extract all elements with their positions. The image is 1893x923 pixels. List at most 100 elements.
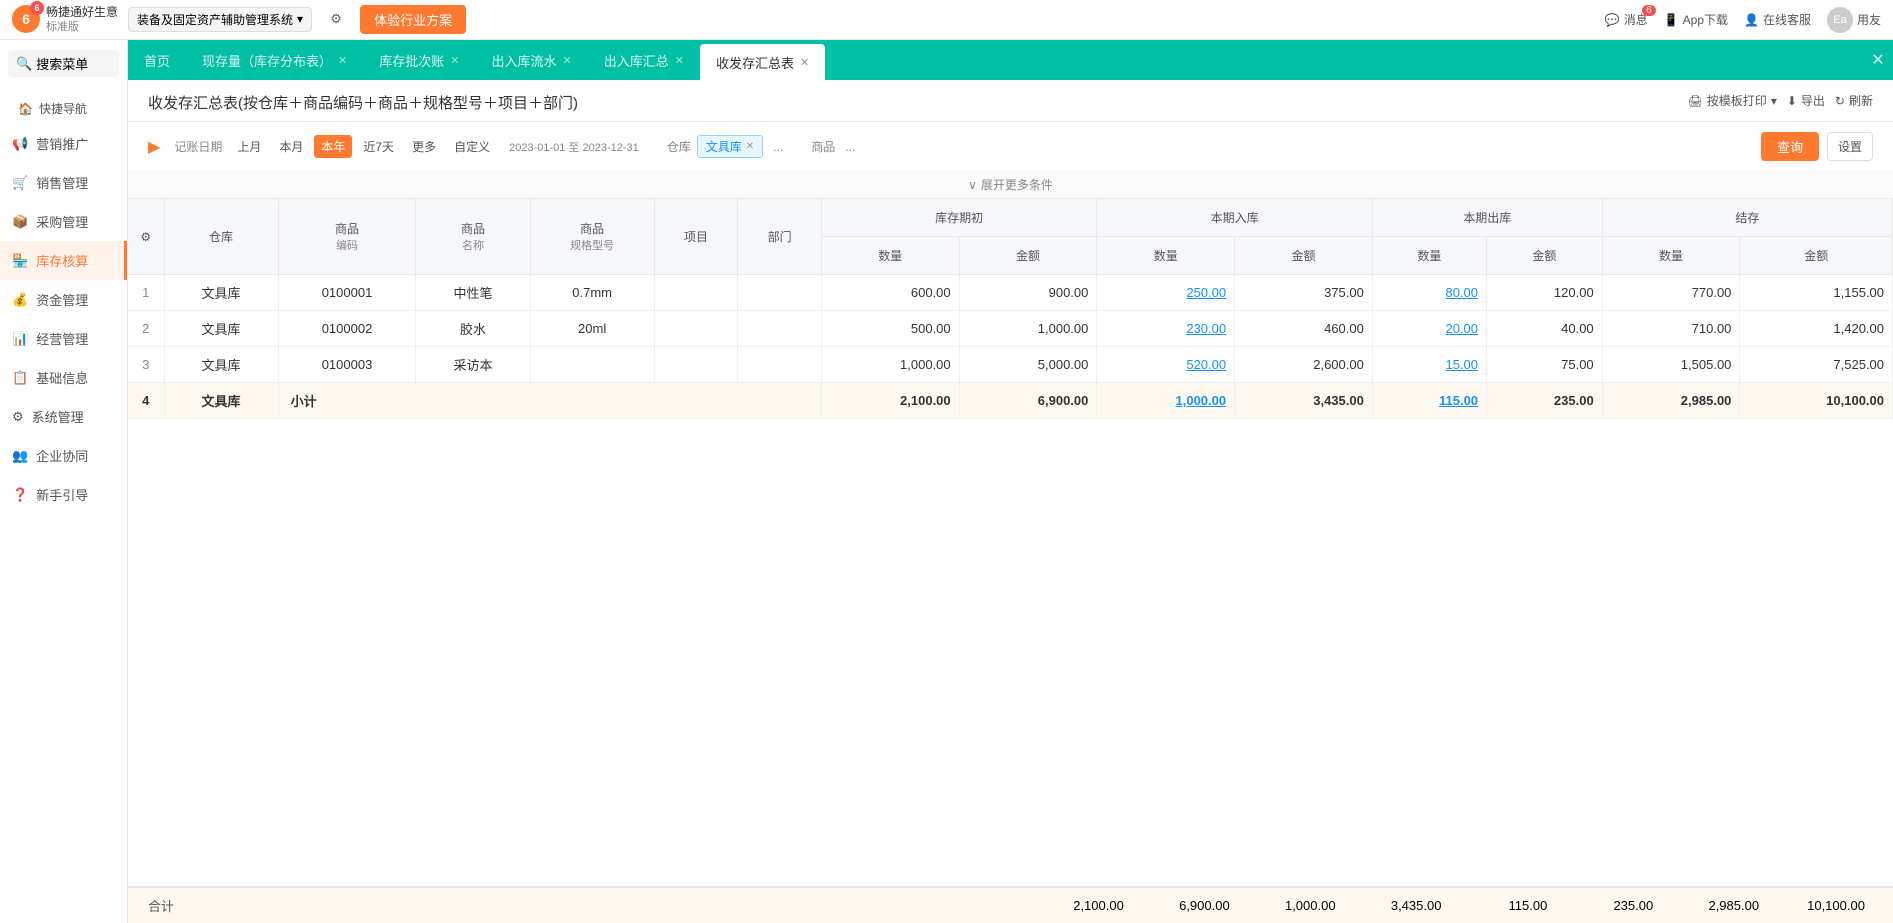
refresh-btn[interactable]: ↻ 刷新 [1835, 92, 1873, 109]
user-label: 用友 [1857, 11, 1881, 28]
sidebar-item-quick-nav[interactable]: 🏠 快捷导航 [8, 93, 119, 124]
goods-more[interactable]: ... [845, 140, 855, 154]
sidebar-item-system[interactable]: ⚙ 系统管理 [0, 397, 127, 436]
tab-batch-account-label: 库存批次账 [379, 51, 444, 70]
sidebar-search-area[interactable]: 🔍 搜索菜单 [0, 40, 127, 87]
print-btn[interactable]: 🖨 按模板打印 ▾ [1688, 92, 1777, 109]
tab-close-receipt-issue-summary[interactable]: ✕ [800, 56, 809, 69]
sidebar-item-label: 营销推广 [36, 134, 88, 153]
user-area[interactable]: Ea 用友 [1827, 7, 1881, 33]
footer-in-amt: 3,435.00 [1344, 898, 1450, 913]
cell-bal-amt: 1,155.00 [1740, 275, 1893, 311]
settings-icon-btn[interactable]: ⚙ [322, 5, 350, 33]
in-qty-link[interactable]: 520.00 [1186, 357, 1226, 372]
date-btn-last-month[interactable]: 上月 [230, 135, 268, 158]
warehouse-more[interactable]: ... [773, 140, 783, 154]
cell-out-qty: 80.00 [1372, 275, 1486, 311]
tab-close-in-out-summary[interactable]: ✕ [675, 54, 684, 67]
message-btn[interactable]: 💬 消息 6 [1605, 11, 1648, 28]
cell-goods-code: 0100003 [278, 347, 416, 383]
megaphone-icon: 📢 [12, 136, 28, 152]
tab-close-all-btn[interactable]: ✕ [1863, 40, 1893, 80]
th-warehouse: 仓库 [164, 199, 278, 275]
warehouse-tag[interactable]: 文具库 ✕ [697, 135, 763, 158]
app-download-btn[interactable]: 📱 App下载 [1664, 11, 1728, 28]
sidebar-item-guide[interactable]: ❓ 新手引导 [0, 475, 127, 514]
tab-inventory-dist-label: 现存量（库存分布表） [202, 51, 332, 70]
sub-in-qty-link[interactable]: 1,000.00 [1176, 393, 1227, 408]
page-content: 收发存汇总表(按仓库＋商品编码＋商品＋规格型号＋项目＋部门) 🖨 按模板打印 ▾… [128, 80, 1893, 923]
sidebar-item-finance[interactable]: 💰 资金管理 [0, 280, 127, 319]
dropdown-icon: ▾ [297, 12, 303, 26]
tab-inventory-dist[interactable]: 现存量（库存分布表） ✕ [186, 40, 363, 80]
tab-close-inventory-dist[interactable]: ✕ [338, 54, 347, 67]
out-qty-link[interactable]: 15.00 [1445, 357, 1478, 372]
warehouse-filter: 仓库 文具库 ✕ ... [667, 135, 783, 158]
cell-bal-qty: 710.00 [1602, 311, 1740, 347]
expand-arrow-icon: ∨ [968, 178, 977, 192]
out-qty-link[interactable]: 20.00 [1445, 321, 1478, 336]
th-in-amt: 金额 [1235, 237, 1373, 275]
filter-collapse-arrow[interactable]: ▶ [148, 137, 160, 157]
tab-batch-account[interactable]: 库存批次账 ✕ [363, 40, 475, 80]
out-qty-link[interactable]: 80.00 [1445, 285, 1478, 300]
search-icon: 🔍 [16, 56, 32, 72]
tab-close-batch-account[interactable]: ✕ [450, 54, 459, 67]
logo-text: 畅捷通好生意 标准版 [46, 5, 118, 35]
date-btn-custom[interactable]: 自定义 [447, 135, 497, 158]
search-input-wrapper[interactable]: 🔍 搜索菜单 [8, 50, 119, 77]
sidebar-item-enterprise[interactable]: 👥 企业协同 [0, 436, 127, 475]
table-row: 2 文具库 0100002 胶水 20ml 500.00 1,000.00 23… [128, 311, 1893, 347]
logo-icon: 6 6 [12, 5, 40, 33]
collapse-icon[interactable]: ▶ [148, 137, 160, 157]
footer-in-qty: 1,000.00 [1238, 898, 1344, 913]
query-button[interactable]: 查询 [1761, 132, 1819, 161]
experience-button[interactable]: 体验行业方案 [360, 5, 466, 34]
info-icon: 📋 [12, 370, 28, 386]
sidebar-item-purchase[interactable]: 📦 采购管理 [0, 202, 127, 241]
content-area: 首页 现存量（库存分布表） ✕ 库存批次账 ✕ 出入库流水 ✕ 出入库汇总 ✕ [128, 40, 1893, 923]
box-icon: 📦 [12, 214, 28, 230]
table-footer: 合计 2,100.00 6,900.00 1,000.00 3,435.00 1… [128, 886, 1893, 923]
cell-open-amt: 900.00 [959, 275, 1097, 311]
sidebar-item-sales[interactable]: 🛒 销售管理 [0, 163, 127, 202]
tab-in-out-summary[interactable]: 出入库汇总 ✕ [588, 40, 700, 80]
sidebar-item-basic[interactable]: 📋 基础信息 [0, 358, 127, 397]
cell-out-qty: 20.00 [1372, 311, 1486, 347]
quick-nav-area: 🏠 快捷导航 [0, 87, 127, 124]
cell-dept [738, 275, 822, 311]
warehouse-tag-close[interactable]: ✕ [746, 141, 754, 152]
sidebar-item-marketing[interactable]: 📢 营销推广 [0, 124, 127, 163]
export-btn[interactable]: ⬇ 导出 [1787, 92, 1825, 109]
tab-in-out-flow[interactable]: 出入库流水 ✕ [475, 40, 587, 80]
settings-button[interactable]: 设置 [1827, 132, 1873, 161]
expand-filter-btn[interactable]: ∨ 展开更多条件 [968, 176, 1053, 193]
tab-close-in-out-flow[interactable]: ✕ [563, 54, 572, 67]
sidebar-item-label: 企业协同 [36, 446, 88, 465]
cell-open-qty: 500.00 [821, 311, 959, 347]
tab-receipt-issue-summary[interactable]: 收发存汇总表 ✕ [700, 44, 825, 80]
online-service-btn[interactable]: 👤 在线客服 [1744, 11, 1811, 28]
app-download-label: App下载 [1683, 11, 1728, 28]
cell-bal-amt: 1,420.00 [1740, 311, 1893, 347]
date-btn-this-year[interactable]: 本年 [314, 135, 352, 158]
tab-home[interactable]: 首页 [128, 40, 186, 80]
date-btn-this-month[interactable]: 本月 [272, 135, 310, 158]
in-qty-link[interactable]: 250.00 [1186, 285, 1226, 300]
cell-open-qty: 1,000.00 [821, 347, 959, 383]
guide-icon: ❓ [12, 487, 28, 503]
date-btn-7days[interactable]: 近7天 [356, 135, 401, 158]
service-icon: 👤 [1744, 13, 1759, 27]
sub-out-qty-link[interactable]: 115.00 [1439, 393, 1478, 408]
cell-goods-name: 中性笔 [416, 275, 530, 311]
date-btn-more[interactable]: 更多 [405, 135, 443, 158]
cell-seq: 1 [128, 275, 164, 311]
action-buttons: 查询 设置 [1761, 132, 1873, 161]
system-selector[interactable]: 装备及固定资产辅助管理系统 ▾ [128, 7, 312, 32]
logo-badge: 6 [30, 1, 44, 15]
sidebar-item-business[interactable]: 📊 经营管理 [0, 319, 127, 358]
sidebar-item-inventory[interactable]: 🏪 库存核算 [0, 241, 127, 280]
in-qty-link[interactable]: 230.00 [1186, 321, 1226, 336]
cell-sub-label: 小计 [278, 383, 821, 419]
table-row: 1 文具库 0100001 中性笔 0.7mm 600.00 900.00 25… [128, 275, 1893, 311]
